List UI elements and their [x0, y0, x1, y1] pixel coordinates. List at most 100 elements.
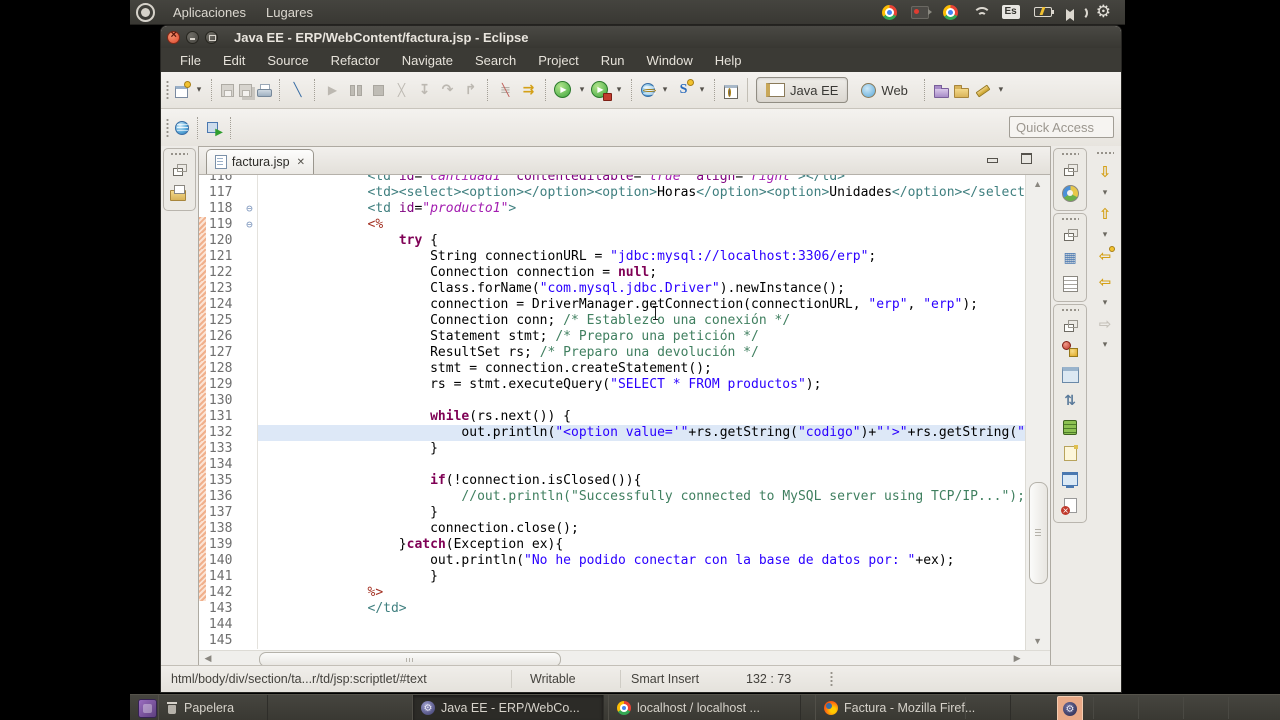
chrome-icon[interactable]: [881, 4, 897, 20]
fold-marker[interactable]: ⊖: [242, 201, 258, 217]
code-line-135[interactable]: 135 if(!connection.isClosed()){: [198, 473, 1028, 489]
caret-icon[interactable]: ▾: [1094, 187, 1116, 199]
code-line-122[interactable]: 122 Connection connection = null;: [198, 265, 1028, 281]
code-line-141[interactable]: 141 }: [198, 569, 1028, 585]
code-line-132[interactable]: 132 out.println("<option value='"+rs.get…: [198, 425, 1028, 441]
new-dropdown-icon[interactable]: ▾: [194, 81, 204, 100]
outline-icon[interactable]: ▦: [1059, 247, 1081, 269]
resume-button[interactable]: ▶: [323, 81, 342, 100]
new-service-dropdown-icon[interactable]: ▾: [697, 81, 707, 100]
code-line-117[interactable]: 117 <td><select><option></option><option…: [199, 185, 1028, 201]
code-line-139[interactable]: 139 }catch(Exception ex){: [198, 537, 1028, 553]
caret-icon[interactable]: ▾: [1094, 229, 1116, 241]
code-line-144[interactable]: 144: [199, 617, 1028, 633]
caret-icon[interactable]: ▾: [1094, 297, 1116, 309]
menu-refactor[interactable]: Refactor: [320, 48, 391, 72]
code-line-118[interactable]: 118 ⊖ <td id="producto1">: [199, 201, 1028, 217]
snippets-icon[interactable]: [1059, 442, 1081, 464]
menu-search[interactable]: Search: [464, 48, 527, 72]
restore-icon[interactable]: [1061, 227, 1079, 243]
code-line-125[interactable]: 125 Connection conn; /* Establezco una c…: [198, 313, 1028, 329]
new-wizard-button[interactable]: [174, 81, 191, 98]
step-over-button[interactable]: ↷: [438, 81, 457, 100]
camera-icon[interactable]: [910, 5, 932, 19]
run-button[interactable]: [554, 80, 573, 100]
tab-factura-jsp[interactable]: factura.jsp ✕: [205, 149, 314, 174]
menu-lugares[interactable]: Lugares: [256, 0, 323, 24]
new-web-wizard-button[interactable]: [640, 82, 656, 98]
menu-window[interactable]: Window: [636, 48, 704, 72]
menu-edit[interactable]: Edit: [212, 48, 256, 72]
new-web-dropdown-icon[interactable]: ▾: [660, 81, 670, 100]
task-list-icon[interactable]: [1059, 273, 1081, 295]
tab-close-icon[interactable]: ✕: [297, 157, 305, 168]
scroll-left-icon[interactable]: ◀: [201, 651, 215, 666]
code-line-127[interactable]: 127 ResultSet rs; /* Preparo una devoluc…: [198, 345, 1028, 361]
vertical-scroll-thumb[interactable]: [1029, 482, 1049, 584]
disconnect-button[interactable]: ╳: [392, 81, 411, 100]
last-edit-location-icon[interactable]: ⇦: [1094, 245, 1116, 267]
code-line-120[interactable]: 120 try {: [198, 233, 1028, 249]
run-on-server-button[interactable]: [206, 121, 223, 138]
open-folder-button[interactable]: [953, 84, 969, 98]
code-line-131[interactable]: 131 while(rs.next()) {: [198, 409, 1028, 425]
maximize-editor-icon[interactable]: [1020, 153, 1033, 164]
close-icon[interactable]: [167, 29, 180, 44]
web-browser-button[interactable]: [174, 120, 190, 136]
wifi-icon[interactable]: [972, 6, 991, 18]
code-line-123[interactable]: 123 Class.forName("com.mysql.jdbc.Driver…: [198, 281, 1028, 297]
vertical-scrollbar[interactable]: ▲ ▼: [1025, 175, 1051, 650]
project-explorer-icon[interactable]: [168, 182, 190, 204]
menu-project[interactable]: Project: [527, 48, 589, 72]
save-all-button[interactable]: [238, 83, 252, 97]
code-line-124[interactable]: 124 connection = DriverManager.getConnec…: [198, 297, 1028, 313]
volume-icon[interactable]: [1065, 6, 1088, 21]
code-editor[interactable]: 116 <td id="cantidad1" contenteditable="…: [198, 175, 1051, 650]
code-line-138[interactable]: 138 connection.close();: [198, 521, 1028, 537]
next-annotation-icon[interactable]: ⇩: [1094, 161, 1116, 183]
menu-source[interactable]: Source: [256, 48, 319, 72]
code-line-145[interactable]: 145: [199, 633, 1028, 649]
profile-button[interactable]: [591, 80, 612, 101]
workspace-switcher-icon[interactable]: [138, 699, 157, 718]
code-line-133[interactable]: 133 }: [198, 441, 1028, 457]
caret-icon[interactable]: ▾: [1094, 339, 1116, 351]
chrome-icon[interactable]: [942, 4, 958, 20]
code-line-137[interactable]: 137 }: [198, 505, 1028, 521]
restore-icon[interactable]: [1061, 318, 1079, 334]
skip-all-breakpoints-button[interactable]: ╲: [288, 81, 307, 100]
save-button[interactable]: [220, 83, 234, 97]
suspend-button[interactable]: [346, 81, 365, 100]
scroll-right-icon[interactable]: ▶: [1010, 651, 1024, 666]
taskbar-item-papelera[interactable]: Papelera: [158, 695, 268, 720]
back-icon[interactable]: ⇦: [1094, 271, 1116, 293]
step-return-button[interactable]: ↱: [461, 81, 480, 100]
more-dropdown-icon[interactable]: ▾: [996, 81, 1006, 100]
fold-marker[interactable]: ⊖: [242, 217, 258, 233]
menu-aplicaciones[interactable]: Aplicaciones: [163, 0, 256, 24]
distributor-logo-icon[interactable]: [136, 2, 155, 22]
restore-icon[interactable]: [1061, 162, 1079, 178]
minimize-editor-icon[interactable]: [986, 153, 999, 163]
menu-help[interactable]: Help: [704, 48, 753, 72]
menu-run[interactable]: Run: [590, 48, 636, 72]
use-step-filters-button[interactable]: ⇉: [519, 81, 538, 100]
code-line-143[interactable]: 143 </td>: [199, 601, 1028, 617]
taskbar-item-localhost-localhost[interactable]: localhost / localhost ...: [608, 695, 801, 720]
code-line-119[interactable]: 119 ⊖ <%: [198, 217, 1028, 233]
profile-dropdown-icon[interactable]: ▾: [614, 81, 624, 100]
code-line-121[interactable]: 121 String connectionURL = "jdbc:mysql:/…: [198, 249, 1028, 265]
gear-icon[interactable]: ⚙: [1096, 3, 1111, 21]
open-perspective-button[interactable]: [723, 83, 739, 99]
console-icon[interactable]: [1059, 468, 1081, 490]
notification-launcher[interactable]: ⚙: [1057, 696, 1083, 720]
import-folder-button[interactable]: [933, 84, 949, 98]
scroll-up-icon[interactable]: ▲: [1029, 176, 1046, 192]
perspective-java-ee-button[interactable]: Java EE: [756, 77, 849, 103]
servers-icon[interactable]: [1059, 416, 1081, 438]
step-into-button[interactable]: ↧: [415, 81, 434, 100]
forward-icon[interactable]: ⇨: [1094, 313, 1116, 335]
new-service-wizard-button[interactable]: S: [674, 78, 694, 100]
previous-annotation-icon[interactable]: ⇧: [1094, 203, 1116, 225]
show-skipped-stack-frames-button[interactable]: ≡: [496, 81, 515, 100]
